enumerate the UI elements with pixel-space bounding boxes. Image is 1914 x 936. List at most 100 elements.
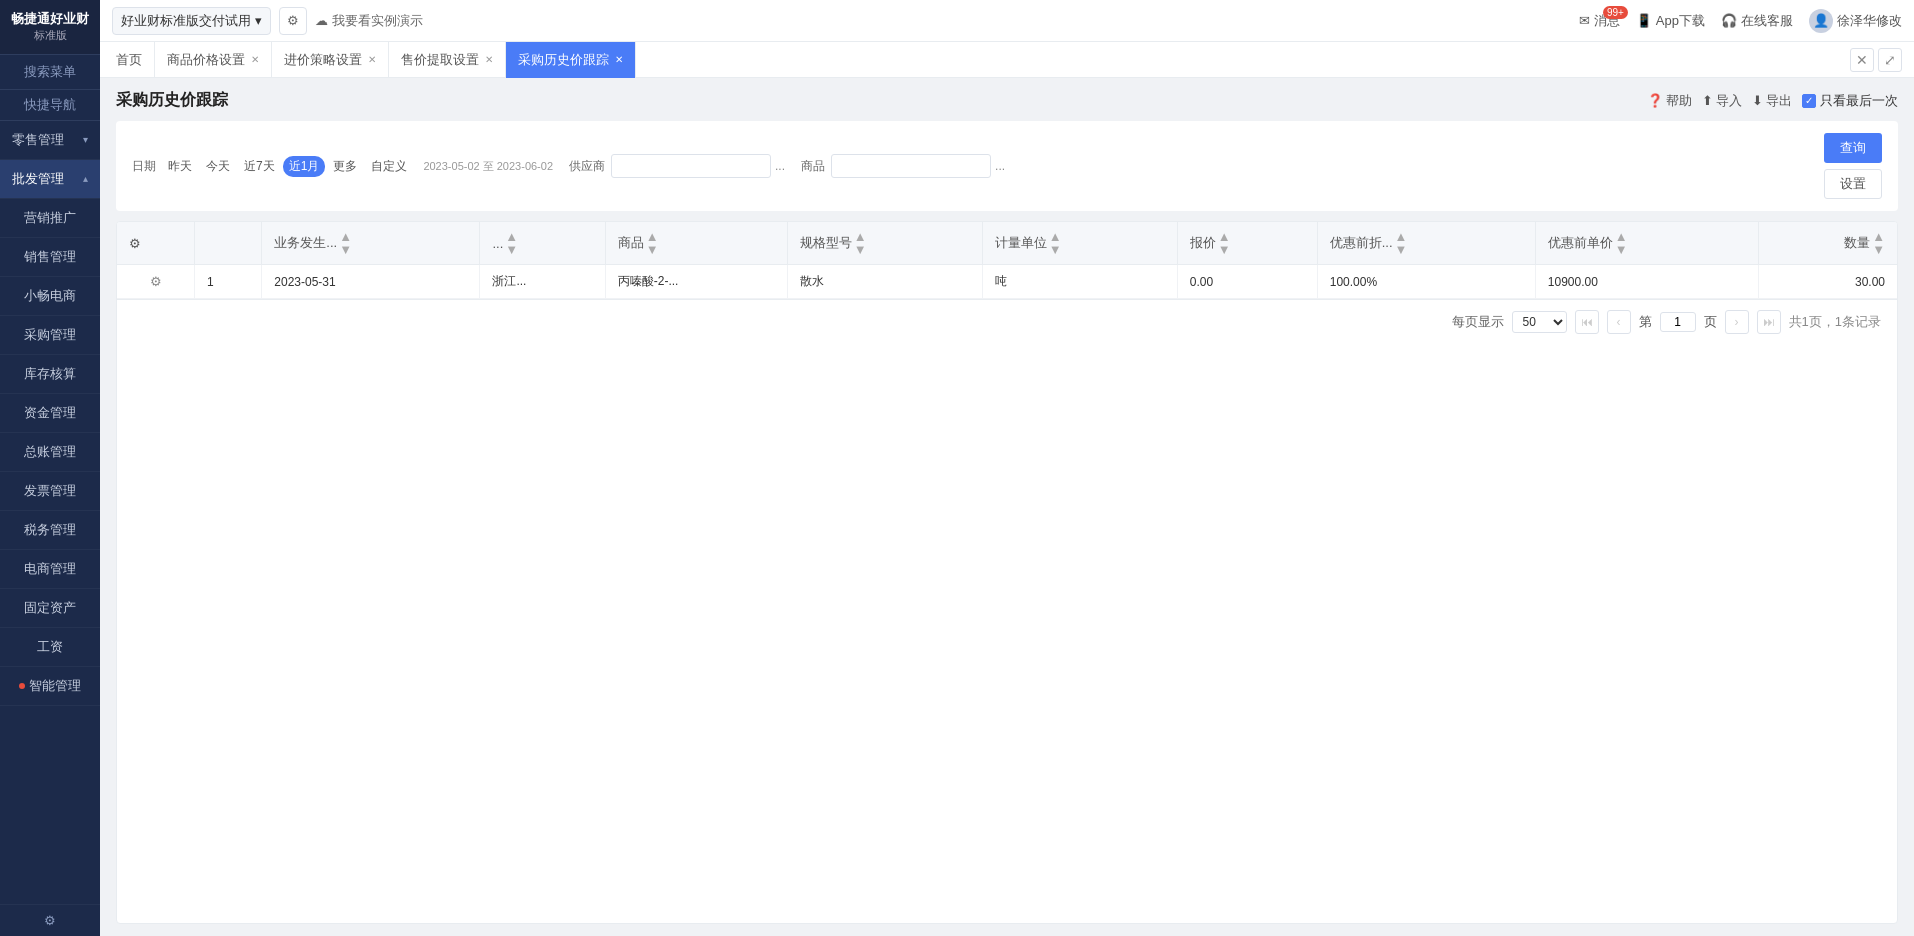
sidebar-item-inventory[interactable]: 库存核算 (0, 355, 100, 394)
tab-price[interactable]: 商品价格设置 ✕ (155, 42, 272, 78)
sidebar-item-finance[interactable]: 资金管理 (0, 394, 100, 433)
date-opt-more[interactable]: 更多 (327, 156, 363, 177)
data-table-container: ⚙ 业务发生... ▲▼ ... ▲▼ (116, 221, 1898, 924)
date-opt-last1m[interactable]: 近1月 (283, 156, 326, 177)
help-button[interactable]: ❓ 帮助 (1647, 92, 1692, 110)
sidebar-logo: 畅捷通好业财 标准版 (0, 0, 100, 55)
phone-icon: 📱 (1636, 13, 1652, 28)
user-profile-button[interactable]: 👤 徐泽华修改 (1809, 9, 1902, 33)
version-selector[interactable]: 好业财标准版交付试用 ▾ (112, 7, 271, 35)
sidebar-settings-bottom[interactable]: ⚙ (0, 904, 100, 936)
row-quantity: 30.00 (1758, 265, 1897, 299)
sidebar-item-inventory-label: 库存核算 (24, 365, 76, 383)
date-opt-yesterday[interactable]: 昨天 (162, 156, 198, 177)
chevron-down-icon: ▾ (255, 13, 262, 28)
messages-badge: 99+ (1603, 6, 1628, 19)
th-pre-discount-price[interactable]: 优惠前单价 ▲▼ (1535, 222, 1758, 265)
th-more-col[interactable]: ... ▲▼ (480, 222, 605, 265)
page-content: 采购历史价跟踪 ❓ 帮助 ⬆ 导入 ⬇ 导出 ✓ 只看最后一次 (100, 78, 1914, 936)
next-page-button[interactable]: › (1725, 310, 1749, 334)
supplier-more-button[interactable]: ... (775, 159, 785, 173)
demo-link[interactable]: ☁ 我要看实例演示 (315, 12, 423, 30)
sidebar-item-ecommerce[interactable]: 电商管理 (0, 550, 100, 589)
supplier-filter-label: 供应商 (569, 158, 605, 175)
tabs-close-button[interactable]: ✕ (1850, 48, 1874, 72)
per-page-select[interactable]: 50 100 200 (1512, 311, 1567, 333)
supplier-input[interactable] (611, 154, 771, 178)
product-input[interactable] (831, 154, 991, 178)
sidebar-item-sales[interactable]: 销售管理 (0, 238, 100, 277)
tab-selling-price[interactable]: 售价提取设置 ✕ (389, 42, 506, 78)
first-page-button[interactable]: ⏮ (1575, 310, 1599, 334)
query-button[interactable]: 查询 (1824, 133, 1882, 163)
export-icon: ⬇ (1752, 93, 1763, 108)
sidebar-search[interactable]: 搜索菜单 (0, 55, 100, 90)
sidebar-item-tax[interactable]: 税务管理 (0, 511, 100, 550)
sidebar-item-smart[interactable]: 智能管理 (0, 667, 100, 706)
th-unit[interactable]: 计量单位 ▲▼ (982, 222, 1177, 265)
sidebar-item-account-label: 总账管理 (24, 443, 76, 461)
page-number-input[interactable] (1660, 312, 1696, 332)
sidebar-item-smart-label: 智能管理 (29, 677, 81, 695)
tab-history-price[interactable]: 采购历史价跟踪 ✕ (506, 42, 636, 78)
user-icon: 👤 (1813, 13, 1829, 28)
date-opt-today[interactable]: 今天 (200, 156, 236, 177)
sidebar-item-wholesale[interactable]: 批发管理 ▴ (0, 160, 100, 199)
chevron-down-icon: ▾ (83, 134, 88, 145)
online-support-button[interactable]: 🎧 在线客服 (1721, 12, 1793, 30)
only-last-checkbox[interactable]: ✓ 只看最后一次 (1802, 92, 1898, 110)
settings-icon-button[interactable]: ⚙ (279, 7, 307, 35)
th-gear[interactable]: ⚙ (117, 222, 195, 265)
product-more-button[interactable]: ... (995, 159, 1005, 173)
th-quantity[interactable]: 数量 ▲▼ (1758, 222, 1897, 265)
th-seq (195, 222, 262, 265)
th-discount[interactable]: 优惠前折... ▲▼ (1317, 222, 1535, 265)
date-opt-last7[interactable]: 近7天 (238, 156, 281, 177)
row-date: 2023-05-31 (262, 265, 480, 299)
last-page-button[interactable]: ⏭ (1757, 310, 1781, 334)
smart-dot-indicator (19, 683, 25, 689)
row-pre-discount-price: 10900.00 (1535, 265, 1758, 299)
app-download-button[interactable]: 📱 App下载 (1636, 12, 1705, 30)
date-opt-custom[interactable]: 自定义 (365, 156, 413, 177)
tab-close-purchase-strategy[interactable]: ✕ (368, 54, 376, 65)
messages-button[interactable]: ✉ 消息 99+ (1579, 12, 1620, 30)
tab-purchase-strategy[interactable]: 进价策略设置 ✕ (272, 42, 389, 78)
sidebar-item-invoice-label: 发票管理 (24, 482, 76, 500)
sidebar-item-purchase[interactable]: 采购管理 (0, 316, 100, 355)
table-row: ⚙ 1 2023-05-31 浙江... 丙嗪酸-2-... 散水 吨 0.00… (117, 265, 1897, 299)
per-page-label: 每页显示 (1452, 313, 1504, 331)
gear-icon: ⚙ (44, 913, 56, 928)
th-date[interactable]: 业务发生... ▲▼ (262, 222, 480, 265)
row-gear[interactable]: ⚙ (117, 265, 195, 299)
tabs-bar: 首页 商品价格设置 ✕ 进价策略设置 ✕ 售价提取设置 ✕ 采购历史价跟踪 ✕ … (100, 42, 1914, 78)
tab-close-selling-price[interactable]: ✕ (485, 54, 493, 65)
filter-actions: 查询 设置 (1824, 133, 1882, 199)
import-button[interactable]: ⬆ 导入 (1702, 92, 1742, 110)
sidebar-item-invoice[interactable]: 发票管理 (0, 472, 100, 511)
export-button[interactable]: ⬇ 导出 (1752, 92, 1792, 110)
sidebar-item-retail[interactable]: 零售管理 ▾ (0, 121, 100, 160)
prev-page-button[interactable]: ‹ (1607, 310, 1631, 334)
date-range-display: 2023-05-02 至 2023-06-02 (423, 159, 553, 174)
table-header-row: ⚙ 业务发生... ▲▼ ... ▲▼ (117, 222, 1897, 265)
tabs-maximize-button[interactable]: ⤢ (1878, 48, 1902, 72)
product-input-wrap: ... (831, 154, 1005, 178)
tab-home[interactable]: 首页 (104, 42, 155, 78)
tab-close-price[interactable]: ✕ (251, 54, 259, 65)
sidebar-quick-nav[interactable]: 快捷导航 (0, 90, 100, 121)
tab-close-history-price[interactable]: ✕ (615, 54, 623, 65)
sidebar-item-fixed-assets-label: 固定资产 (24, 599, 76, 617)
sidebar-item-account[interactable]: 总账管理 (0, 433, 100, 472)
sidebar-item-marketing[interactable]: 营销推广 (0, 199, 100, 238)
supplier-filter-group: 供应商 ... (569, 154, 785, 178)
sidebar-item-fixed-assets[interactable]: 固定资产 (0, 589, 100, 628)
row-supplier: 浙江... (480, 265, 605, 299)
sidebar-item-salary[interactable]: 工资 (0, 628, 100, 667)
th-spec[interactable]: 规格型号 ▲▼ (787, 222, 982, 265)
th-product[interactable]: 商品 ▲▼ (605, 222, 787, 265)
filter-settings-button[interactable]: 设置 (1824, 169, 1882, 199)
sidebar-item-ecommerce-small[interactable]: 小畅电商 (0, 277, 100, 316)
headset-icon: 🎧 (1721, 13, 1737, 28)
th-price[interactable]: 报价 ▲▼ (1177, 222, 1317, 265)
